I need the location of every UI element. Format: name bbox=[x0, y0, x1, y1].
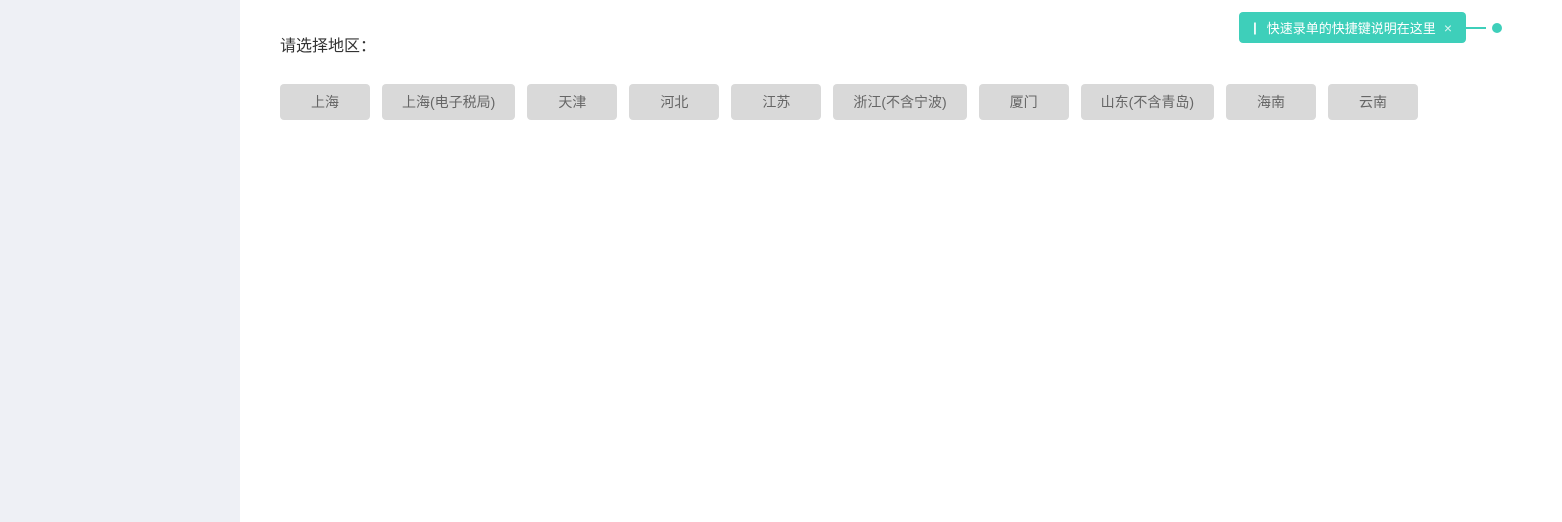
tooltip-container: 快速录单的快捷键说明在这里 × bbox=[1239, 12, 1502, 43]
tooltip-text: 快速录单的快捷键说明在这里 bbox=[1267, 18, 1436, 37]
sidebar bbox=[0, 0, 240, 522]
main-content: 请选择地区： 上海上海(电子税局)天津河北江苏浙江(不含宁波)厦门山东(不含青岛… bbox=[240, 0, 1562, 522]
tooltip-line bbox=[1466, 27, 1486, 29]
region-button-shanghai-etax[interactable]: 上海(电子税局) bbox=[382, 84, 515, 120]
region-button-xiamen[interactable]: 厦门 bbox=[979, 84, 1069, 120]
region-button-jiangsu[interactable]: 江苏 bbox=[731, 84, 821, 120]
region-button-shanghai[interactable]: 上海 bbox=[280, 84, 370, 120]
tooltip-bubble: 快速录单的快捷键说明在这里 × bbox=[1239, 12, 1466, 43]
tooltip-dot bbox=[1492, 23, 1502, 33]
region-button-shandong[interactable]: 山东(不含青岛) bbox=[1081, 84, 1214, 120]
region-button-yunnan[interactable]: 云南 bbox=[1328, 84, 1418, 120]
region-button-tianjin[interactable]: 天津 bbox=[527, 84, 617, 120]
region-button-zhejiang[interactable]: 浙江(不含宁波) bbox=[833, 84, 966, 120]
region-grid: 上海上海(电子税局) 天津河北江苏浙江(不含宁波) 厦门山东(不含青岛) 海南云南 bbox=[280, 84, 1522, 120]
region-button-hebei[interactable]: 河北 bbox=[629, 84, 719, 120]
region-button-hainan[interactable]: 海南 bbox=[1226, 84, 1316, 120]
tooltip-close-button[interactable]: × bbox=[1444, 20, 1452, 36]
